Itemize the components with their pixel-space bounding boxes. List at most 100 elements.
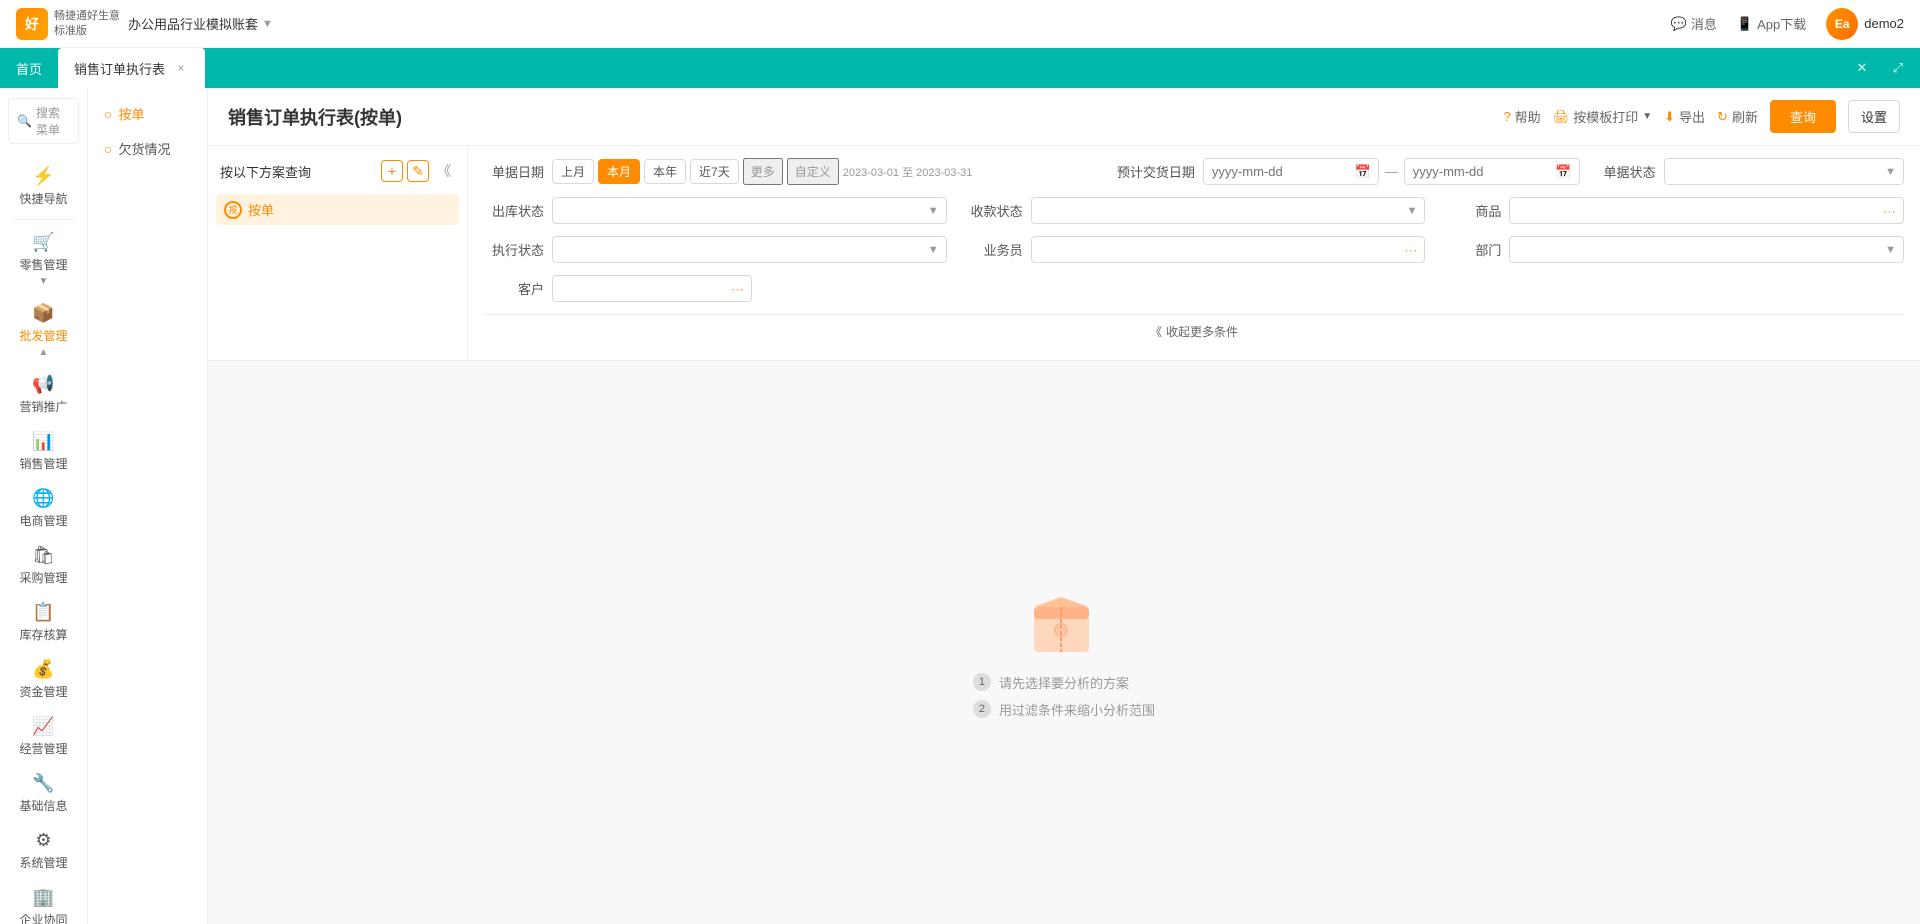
- collapse-icon: 《: [1150, 323, 1162, 340]
- salesperson-ellipsis[interactable]: ···: [1404, 242, 1417, 257]
- expected-date-start-wrap: 📅: [1203, 158, 1379, 185]
- date-more-button[interactable]: 更多: [743, 158, 783, 185]
- sidebar-item-enterprise[interactable]: 🏢 企业协同: [0, 879, 87, 924]
- sub-sidebar-item-press-order[interactable]: ○ 按单: [88, 96, 207, 131]
- date-current-month-button[interactable]: 本月: [598, 159, 640, 184]
- tab-close-button[interactable]: ×: [173, 60, 189, 76]
- filter-item-goods: 商品 ···: [1441, 197, 1904, 224]
- goods-control: ···: [1509, 197, 1904, 224]
- customer-label: 客户: [484, 279, 544, 298]
- sidebar-item-purchase[interactable]: 🛍 采购管理: [0, 537, 87, 594]
- empty-state: 1 请先选择要分析的方案 2 用过滤条件来缩小分析范围: [973, 567, 1155, 719]
- help-button[interactable]: ? 帮助: [1503, 107, 1540, 126]
- enterprise-icon: 🏢: [32, 887, 54, 908]
- filter-row-4: 客户 ···: [484, 275, 1904, 302]
- expected-date-end-input[interactable]: [1404, 158, 1580, 185]
- sidebar-item-retail-mgmt[interactable]: 🛒 零售管理 ▼: [0, 224, 87, 295]
- ship-status-control: ▼: [552, 197, 947, 224]
- date-this-year-button[interactable]: 本年: [644, 159, 686, 184]
- window-close-button[interactable]: ✕: [1848, 54, 1876, 82]
- department-select[interactable]: [1509, 236, 1904, 263]
- collapse-more-button[interactable]: 《 收起更多条件: [1150, 323, 1238, 340]
- avatar: Ea: [1826, 8, 1858, 40]
- print-button[interactable]: 🖨 按模板打印 ▼: [1553, 107, 1652, 126]
- print-arrow: ▼: [1642, 111, 1652, 122]
- tab-sales-order[interactable]: 销售订单执行表 ×: [58, 48, 205, 88]
- scheme-item-press-order[interactable]: 按 按单: [216, 194, 459, 225]
- press-order-icon: ○: [104, 106, 112, 122]
- sidebar-item-finance[interactable]: 💰 资金管理: [0, 651, 87, 708]
- window-maximize-button[interactable]: ⤢: [1884, 54, 1912, 82]
- refresh-button[interactable]: ↻ 刷新: [1717, 107, 1758, 126]
- message-button[interactable]: 💬 消息: [1671, 14, 1717, 33]
- filter-scheme-title: 按以下方案查询: [220, 162, 311, 181]
- goods-input[interactable]: [1509, 197, 1904, 224]
- order-status-control: ▼: [1664, 158, 1904, 185]
- payment-status-select[interactable]: [1031, 197, 1426, 224]
- date-last7-button[interactable]: 近7天: [690, 159, 739, 184]
- sidebar-item-sales-mgmt[interactable]: 📊 销售管理: [0, 423, 87, 480]
- settings-button[interactable]: 设置: [1848, 100, 1900, 133]
- sidebar-item-ecommerce[interactable]: 🌐 电商管理: [0, 480, 87, 537]
- department-control: ▼: [1509, 236, 1904, 263]
- sidebar-item-quick-nav[interactable]: ⚡ 快捷导航: [0, 158, 87, 215]
- top-bar: 好 畅捷通好生意 标准版 办公用品行业模拟账套 ▼ 💬 消息 📱 App下载 E…: [0, 0, 1920, 48]
- wholesale-arrow: ▲: [39, 347, 49, 358]
- main-layout: 🔍 搜索菜单 ⚡ 快捷导航 🛒 零售管理 ▼ 📦 批发管理 ▲ 📢 营: [0, 88, 1920, 924]
- customer-ellipsis[interactable]: ···: [731, 281, 744, 296]
- date-end-calendar-icon: 📅: [1555, 164, 1571, 180]
- sidebar-item-marketing[interactable]: 📢 营销推广: [0, 366, 87, 423]
- filter-item-date: 单据日期 上月 本月 本年 近7天 更多 自定义 2023-03-01 至 20…: [484, 158, 1101, 185]
- collapse-bar: 《 收起更多条件: [484, 314, 1904, 348]
- sidebar-item-ops[interactable]: 📈 经营管理: [0, 708, 87, 765]
- salesperson-control: ···: [1031, 236, 1426, 263]
- expected-date-label: 预计交货日期: [1117, 162, 1195, 181]
- date-separator: —: [1385, 164, 1398, 179]
- filter-panel: 按以下方案查询 + ✎ 《 按 按单 单: [208, 146, 1920, 361]
- ship-status-select[interactable]: [552, 197, 947, 224]
- date-custom-button[interactable]: 自定义: [787, 158, 839, 185]
- query-button[interactable]: 查询: [1770, 100, 1836, 133]
- date-start-calendar-icon: 📅: [1355, 164, 1371, 180]
- tip-num-2: 2: [973, 700, 991, 718]
- add-scheme-button[interactable]: +: [381, 160, 403, 182]
- goods-ellipsis[interactable]: ···: [1883, 203, 1896, 218]
- sidebar-item-wholesale-mgmt[interactable]: 📦 批发管理 ▲: [0, 295, 87, 366]
- filter-item-customer: 客户 ···: [484, 275, 952, 302]
- quick-nav-icon: ⚡: [32, 166, 54, 187]
- sidebar-item-basic[interactable]: 🔧 基础信息: [0, 765, 87, 822]
- retail-icon: 🛒: [32, 232, 54, 253]
- user-area[interactable]: Ea demo2: [1826, 8, 1904, 40]
- filter-scheme-panel: 按以下方案查询 + ✎ 《 按 按单: [208, 146, 468, 360]
- sidebar-item-system[interactable]: ⚙ 系统管理: [0, 822, 87, 879]
- department-label: 部门: [1441, 240, 1501, 259]
- filter-item-payment-status: 收款状态 ▼: [963, 197, 1426, 224]
- search-menu-button[interactable]: 🔍 搜索菜单: [8, 98, 79, 144]
- message-icon: 💬: [1671, 16, 1687, 32]
- export-button[interactable]: ⬇ 导出: [1664, 107, 1705, 126]
- app-download-button[interactable]: 📱 App下载: [1737, 14, 1806, 33]
- tab-home[interactable]: 首页: [0, 48, 58, 88]
- customer-input[interactable]: [552, 275, 752, 302]
- logo-area: 好 畅捷通好生意 标准版: [16, 8, 120, 40]
- date-quick-row: 上月 本月 本年 近7天 更多 自定义 2023-03-01 至 2023-03…: [552, 158, 1101, 185]
- system-icon: ⚙: [35, 830, 51, 851]
- order-status-select[interactable]: [1664, 158, 1904, 185]
- sub-sidebar-item-owe-info[interactable]: ○ 欠货情况: [88, 131, 207, 166]
- sidebar-item-stock[interactable]: 📋 库存核算: [0, 594, 87, 651]
- date-last-month-button[interactable]: 上月: [552, 159, 594, 184]
- empty-tips: 1 请先选择要分析的方案 2 用过滤条件来缩小分析范围: [973, 673, 1155, 719]
- stock-icon: 📋: [32, 602, 54, 623]
- expected-date-start-input[interactable]: [1203, 158, 1379, 185]
- empty-tip-2: 2 用过滤条件来缩小分析范围: [973, 700, 1155, 719]
- salesperson-input[interactable]: [1031, 236, 1426, 263]
- salesperson-label: 业务员: [963, 240, 1023, 259]
- ops-icon: 📈: [32, 716, 54, 737]
- exec-status-select[interactable]: [552, 236, 947, 263]
- sales-icon: 📊: [32, 431, 54, 452]
- collapse-scheme-button[interactable]: 《: [433, 160, 455, 182]
- page-title-bar[interactable]: 办公用品行业模拟账套 ▼: [128, 14, 273, 33]
- ship-status-label: 出库状态: [484, 201, 544, 220]
- edit-scheme-button[interactable]: ✎: [407, 160, 429, 182]
- print-icon: 🖨: [1553, 109, 1570, 125]
